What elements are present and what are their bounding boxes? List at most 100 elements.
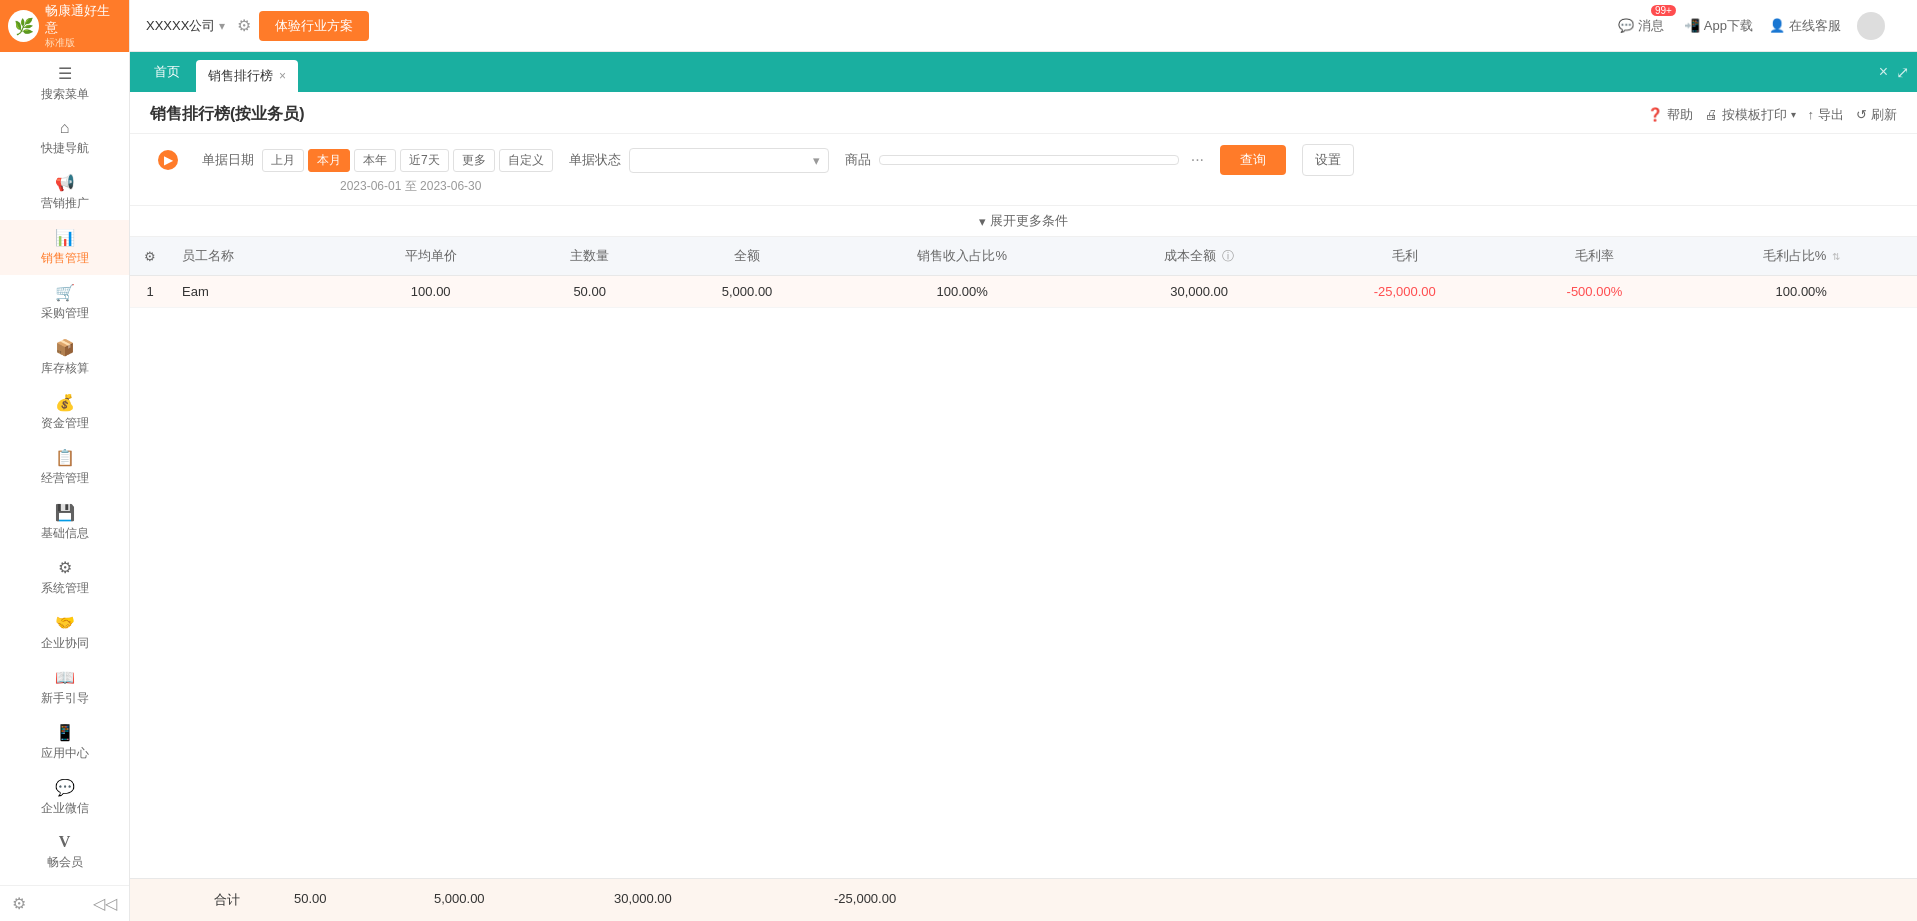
tab-home-label: 首页 <box>154 63 180 81</box>
member-icon: V <box>59 833 71 851</box>
print-label: 按模板打印 <box>1722 106 1787 124</box>
sidebar-item-label: 畅会员 <box>47 854 83 871</box>
sidebar-item-inventory[interactable]: 📦 库存核算 <box>0 330 129 385</box>
online-service-button[interactable]: 👤 在线客服 <box>1769 17 1841 35</box>
settings-config-button[interactable]: 设置 <box>1302 144 1354 176</box>
refresh-button[interactable]: ↺ 刷新 <box>1856 106 1897 124</box>
topbar-settings-icon[interactable]: ⚙ <box>237 16 251 35</box>
sidebar-item-operations[interactable]: 📋 经营管理 <box>0 440 129 495</box>
date-range-display: 2023-06-01 至 2023-06-30 <box>340 179 481 193</box>
sidebar: 🌿 畅康通好生意 标准版 ☰ 搜索菜单 ⌂ 快捷导航 📢 营销推广 📊 销售管理… <box>0 0 130 921</box>
cell-gross: -25,000.00 <box>1306 276 1503 308</box>
date-btn-last-month[interactable]: 上月 <box>262 149 304 172</box>
inventory-icon: 📦 <box>55 338 75 357</box>
expand-row: ▾ 展开更多条件 <box>130 206 1917 237</box>
company-chevron-icon: ▾ <box>219 19 225 33</box>
tab-home[interactable]: 首页 <box>138 52 196 92</box>
sidebar-item-label: 销售管理 <box>41 250 89 267</box>
expand-button[interactable]: ▾ 展开更多条件 <box>979 212 1068 230</box>
query-button[interactable]: 查询 <box>1220 145 1286 175</box>
tab-window-expand-icon[interactable]: ⤢ <box>1896 63 1909 82</box>
sidebar-item-guide[interactable]: 📖 新手引导 <box>0 660 129 715</box>
app-download-icon: 📲 <box>1684 18 1700 33</box>
wechat-icon: 💬 <box>55 778 75 797</box>
date-btn-custom[interactable]: 自定义 <box>499 149 553 172</box>
sidebar-item-appstore[interactable]: 📱 应用中心 <box>0 715 129 770</box>
sidebar-item-label: 营销推广 <box>41 195 89 212</box>
trial-button[interactable]: 体验行业方案 <box>259 11 369 41</box>
tabbar-right: × ⤢ <box>1879 63 1909 82</box>
export-button[interactable]: ↑ 导出 <box>1808 106 1845 124</box>
cell-sales-pct: 100.00% <box>832 276 1092 308</box>
topbar: XXXXX公司 ▾ ⚙ 体验行业方案 💬 消息 99+ 📲 App下载 👤 在线… <box>130 0 1917 52</box>
status-filter-group: 单据状态 ▾ <box>569 148 829 173</box>
sidebar-item-basics[interactable]: 💾 基础信息 <box>0 495 129 550</box>
footer-cost: 30,000.00 <box>602 887 822 913</box>
tab-close-icon[interactable]: × <box>279 69 286 83</box>
data-table: ⚙ 员工名称 平均单价 主数量 全额 <box>130 237 1917 308</box>
date-filter-group: 单据日期 上月 本月 本年 近7天 更多 自定义 <box>202 149 553 172</box>
date-btn-this-year[interactable]: 本年 <box>354 149 396 172</box>
sidebar-item-search[interactable]: ☰ 搜索菜单 <box>0 56 129 111</box>
date-btn-7days[interactable]: 近7天 <box>400 149 449 172</box>
basics-icon: 💾 <box>55 503 75 522</box>
cost-help-icon[interactable]: ⓘ <box>1222 249 1234 263</box>
help-button[interactable]: ❓ 帮助 <box>1647 106 1693 124</box>
appstore-icon: 📱 <box>55 723 75 742</box>
footer-gross: -25,000.00 <box>822 887 908 913</box>
th-settings[interactable]: ⚙ <box>130 237 170 276</box>
goods-input[interactable] <box>879 155 1179 165</box>
online-service-icon: 👤 <box>1769 18 1785 33</box>
app-download-button[interactable]: 📲 App下载 <box>1684 17 1753 35</box>
filter-forward-button[interactable]: ▶ <box>158 150 178 170</box>
export-icon: ↑ <box>1808 107 1815 122</box>
sidebar-item-collab[interactable]: 🤝 企业协同 <box>0 605 129 660</box>
cell-cost: 30,000.00 <box>1092 276 1306 308</box>
status-select-chevron-icon: ▾ <box>813 153 820 168</box>
purchase-icon: 🛒 <box>55 283 75 302</box>
print-button[interactable]: 🖨 按模板打印 ▾ <box>1705 106 1796 124</box>
sidebar-item-system[interactable]: ⚙ 系统管理 <box>0 550 129 605</box>
sidebar-item-sales[interactable]: 📊 销售管理 <box>0 220 129 275</box>
tab-window-close-icon[interactable]: × <box>1879 63 1888 81</box>
help-icon: ❓ <box>1647 107 1663 122</box>
app-download-label: App下载 <box>1704 17 1753 35</box>
gross-pct-sort-icon[interactable]: ⇅ <box>1832 251 1840 262</box>
date-btn-this-month[interactable]: 本月 <box>308 149 350 172</box>
cell-name: Eam <box>170 276 344 308</box>
main-area: XXXXX公司 ▾ ⚙ 体验行业方案 💬 消息 99+ 📲 App下载 👤 在线… <box>130 0 1917 921</box>
user-avatar[interactable] <box>1857 12 1885 40</box>
sales-icon: 📊 <box>55 228 75 247</box>
sidebar-collapse-icon[interactable]: ◁◁ <box>93 894 117 913</box>
th-amount: 全额 <box>662 237 833 276</box>
cell-main-qty: 50.00 <box>518 276 662 308</box>
date-btn-more[interactable]: 更多 <box>453 149 495 172</box>
sidebar-item-finance[interactable]: 💰 资金管理 <box>0 385 129 440</box>
table-settings-icon: ⚙ <box>144 249 156 264</box>
status-filter-label: 单据状态 <box>569 151 621 169</box>
tab-sales-rank[interactable]: 销售排行榜 × <box>196 60 298 92</box>
marketing-icon: 📢 <box>55 173 75 192</box>
sidebar-settings-icon[interactable]: ⚙ <box>12 894 26 913</box>
more-dots-icon[interactable]: ··· <box>1191 151 1204 169</box>
sidebar-item-label: 采购管理 <box>41 305 89 322</box>
footer-label <box>142 887 202 913</box>
status-select[interactable]: ▾ <box>629 148 829 173</box>
sidebar-item-wechat[interactable]: 💬 企业微信 <box>0 770 129 825</box>
message-icon: 💬 <box>1618 18 1634 33</box>
export-label: 导出 <box>1818 106 1844 124</box>
footer-amount-value: 5,000.00 <box>434 891 485 906</box>
app-name: 畅康通好生意 <box>45 3 121 37</box>
page-title: 销售排行榜(按业务员) <box>150 104 305 125</box>
sidebar-item-quick-nav[interactable]: ⌂ 快捷导航 <box>0 111 129 165</box>
sidebar-item-member[interactable]: V 畅会员 <box>0 825 129 879</box>
topbar-right: 💬 消息 99+ 📲 App下载 👤 在线客服 <box>1614 12 1901 40</box>
sidebar-item-label: 新手引导 <box>41 690 89 707</box>
filter-area: ▶ 单据日期 上月 本月 本年 近7天 更多 自定义 单据状态 <box>130 134 1917 206</box>
company-selector[interactable]: XXXXX公司 ▾ <box>146 17 225 35</box>
th-gross-pct: 毛利占比% ⇅ <box>1685 237 1917 276</box>
sidebar-item-purchase[interactable]: 🛒 采购管理 <box>0 275 129 330</box>
system-icon: ⚙ <box>58 558 72 577</box>
message-button[interactable]: 💬 消息 99+ <box>1614 13 1668 39</box>
sidebar-item-marketing[interactable]: 📢 营销推广 <box>0 165 129 220</box>
